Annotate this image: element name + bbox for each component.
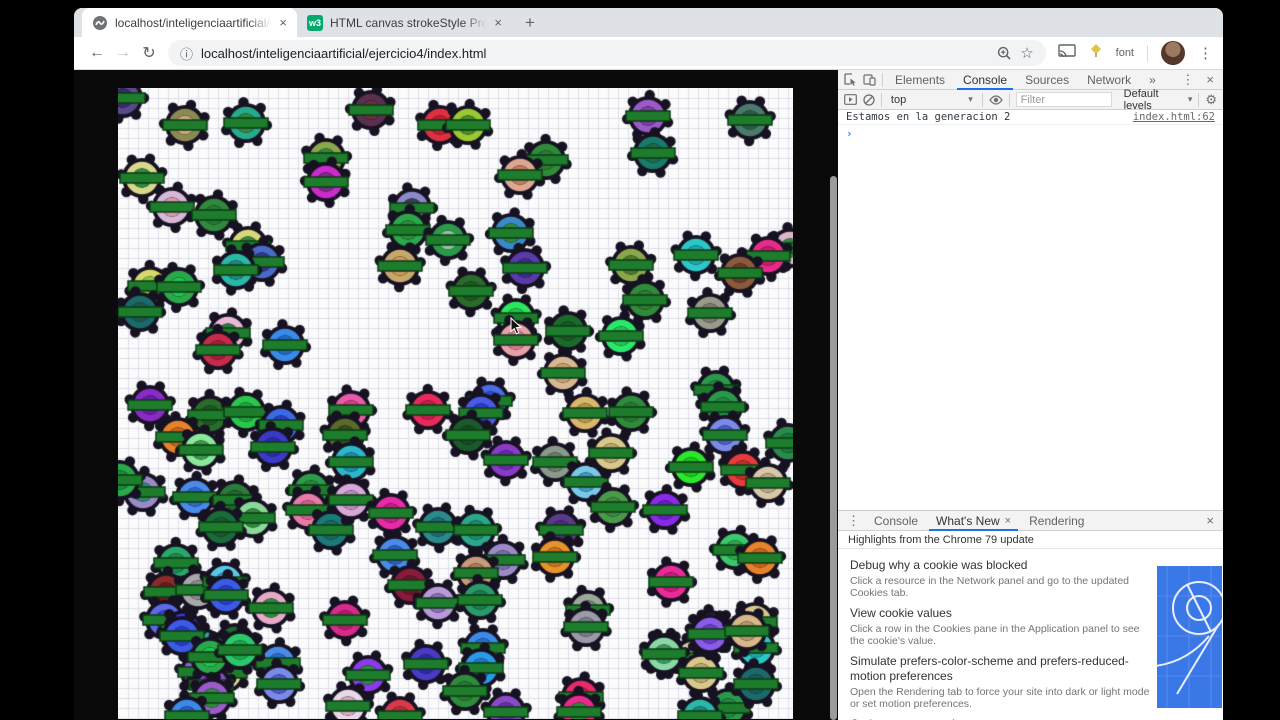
section-title[interactable]: Simulate prefers-color-scheme and prefer… <box>850 654 1155 684</box>
bookmark-star-icon[interactable]: ☆ <box>1020 44 1033 62</box>
console-filter-input[interactable] <box>1015 92 1112 107</box>
live-expression-icon[interactable] <box>988 94 1003 105</box>
clear-console-icon[interactable] <box>863 93 875 106</box>
drawer-tab-rendering[interactable]: Rendering <box>1022 511 1091 531</box>
drawer-menu-icon[interactable]: ⋮ <box>844 513 863 529</box>
simulation-canvas[interactable] <box>118 88 793 719</box>
url-text[interactable]: localhost/inteligenciaartificial/ejercic… <box>201 46 989 61</box>
device-toolbar-icon[interactable] <box>863 73 876 86</box>
drawer-tab-console[interactable]: Console <box>867 511 925 531</box>
drawer-close-icon[interactable]: × <box>1203 513 1217 528</box>
devtools-tab-console[interactable]: Console <box>957 70 1013 90</box>
console-message-text: Estamos en la generacion 2 <box>846 111 1011 123</box>
extension-icon[interactable] <box>1089 43 1103 63</box>
page-scrollbar[interactable] <box>830 176 837 720</box>
devtools-menu-icon[interactable]: ⋮ <box>1178 72 1197 88</box>
section-description: Click a resource in the Network panel an… <box>850 575 1130 599</box>
browser-window: localhost/inteligenciaartificial/e × w3 … <box>74 8 1223 720</box>
toolbar-divider <box>1008 92 1010 107</box>
whats-new-section: Simulate prefers-color-scheme and prefer… <box>850 654 1155 710</box>
whats-new-header: Highlights from the Chrome 79 update <box>838 531 1223 549</box>
tab-close-icon[interactable]: × <box>279 15 287 30</box>
log-levels-selector[interactable]: Default levels ▾ <box>1124 88 1193 112</box>
section-description: Open the Rendering tab to force your sit… <box>850 686 1150 710</box>
page-viewport <box>74 70 838 720</box>
localhost-favicon-icon <box>93 15 107 30</box>
toolbar-divider <box>882 72 883 87</box>
tab-close-icon[interactable]: × <box>494 15 502 30</box>
section-title[interactable]: View cookie values <box>850 606 1155 621</box>
toolbar-right-cluster: font ⋮ <box>1057 41 1213 65</box>
back-button[interactable]: ← <box>84 44 110 62</box>
log-levels-value: Default levels <box>1123 87 1159 112</box>
chevron-down-icon: ▾ <box>968 94 973 104</box>
tab-title: localhost/inteligenciaartificial/e <box>115 15 273 30</box>
w3schools-favicon-icon: w3 <box>307 14 323 31</box>
inspect-element-icon[interactable] <box>844 73 857 86</box>
context-selector-value: top <box>890 93 907 106</box>
devtools-drawer: ⋮ Console What's New × Rendering × Highl… <box>838 510 1223 720</box>
devtools-panel: Elements Console Sources Network » ⋮ × t… <box>838 70 1223 720</box>
console-prompt[interactable]: › <box>838 125 1223 141</box>
content-row: Elements Console Sources Network » ⋮ × t… <box>74 70 1223 720</box>
new-tab-button[interactable]: + <box>516 9 544 37</box>
tab-w3schools[interactable]: w3 HTML canvas strokeStyle Prop × <box>297 8 512 37</box>
address-bar[interactable]: ⓘ localhost/inteligenciaartificial/ejerc… <box>168 40 1046 66</box>
devtools-close-icon[interactable]: × <box>1203 72 1217 87</box>
section-description: Click a row in the Cookies pane in the A… <box>850 623 1140 647</box>
console-source-link[interactable]: index.html:62 <box>1133 111 1215 123</box>
toolbar-divider <box>981 92 983 107</box>
browser-toolbar: ← → ↻ ⓘ localhost/inteligenciaartificial… <box>74 37 1223 70</box>
forward-button[interactable]: → <box>110 44 136 62</box>
tab-strip: localhost/inteligenciaartificial/e × w3 … <box>74 8 1223 37</box>
tab-localhost[interactable]: localhost/inteligenciaartificial/e × <box>82 8 297 37</box>
console-toolbar: top ▾ Default levels ▾ ⚙ <box>838 88 1223 112</box>
console-settings-icon[interactable]: ⚙ <box>1205 92 1217 108</box>
whats-new-content: Debug why a cookie was blocked Click a r… <box>838 549 1223 720</box>
cast-icon[interactable] <box>1057 43 1076 63</box>
whats-new-section: Debug why a cookie was blocked Click a r… <box>850 558 1155 599</box>
mouse-cursor <box>510 316 522 340</box>
devtools-tab-network[interactable]: Network <box>1081 70 1137 90</box>
drawer-tab-whats-new[interactable]: What's New × <box>929 510 1019 531</box>
context-selector[interactable]: top ▾ <box>888 94 976 106</box>
whats-new-section: View cookie values Click a row in the Co… <box>850 606 1155 647</box>
zoom-indicator-icon[interactable] <box>997 46 1012 61</box>
console-message: Estamos en la generacion 2 index.html:62 <box>838 110 1223 125</box>
chrome79-artwork <box>1157 566 1222 708</box>
devtools-tab-sources[interactable]: Sources <box>1019 70 1075 90</box>
more-tabs-icon[interactable]: » <box>1143 70 1162 90</box>
console-empty-area[interactable] <box>838 141 1223 510</box>
console-sidebar-icon[interactable] <box>844 94 857 105</box>
page-info-icon[interactable]: ⓘ <box>180 44 193 63</box>
drawer-tab-label: What's New <box>936 513 1000 528</box>
toolbar-divider <box>881 92 882 107</box>
console-prompt-icon: › <box>846 126 853 140</box>
section-title[interactable]: Debug why a cookie was blocked <box>850 558 1155 573</box>
drawer-tab-bar: ⋮ Console What's New × Rendering × <box>838 510 1223 531</box>
reload-button[interactable]: ↻ <box>136 43 162 63</box>
drawer-tab-close-icon[interactable]: × <box>1005 515 1011 527</box>
devtools-tab-elements[interactable]: Elements <box>889 70 951 90</box>
browser-menu-icon[interactable]: ⋮ <box>1198 44 1213 62</box>
chevron-down-icon: ▾ <box>1187 94 1193 104</box>
profile-avatar[interactable] <box>1161 41 1185 65</box>
font-extension-label[interactable]: font <box>1116 47 1134 59</box>
toolbar-divider <box>1147 44 1148 62</box>
tab-title: HTML canvas strokeStyle Prop <box>330 15 488 30</box>
toolbar-divider <box>1198 92 1200 107</box>
